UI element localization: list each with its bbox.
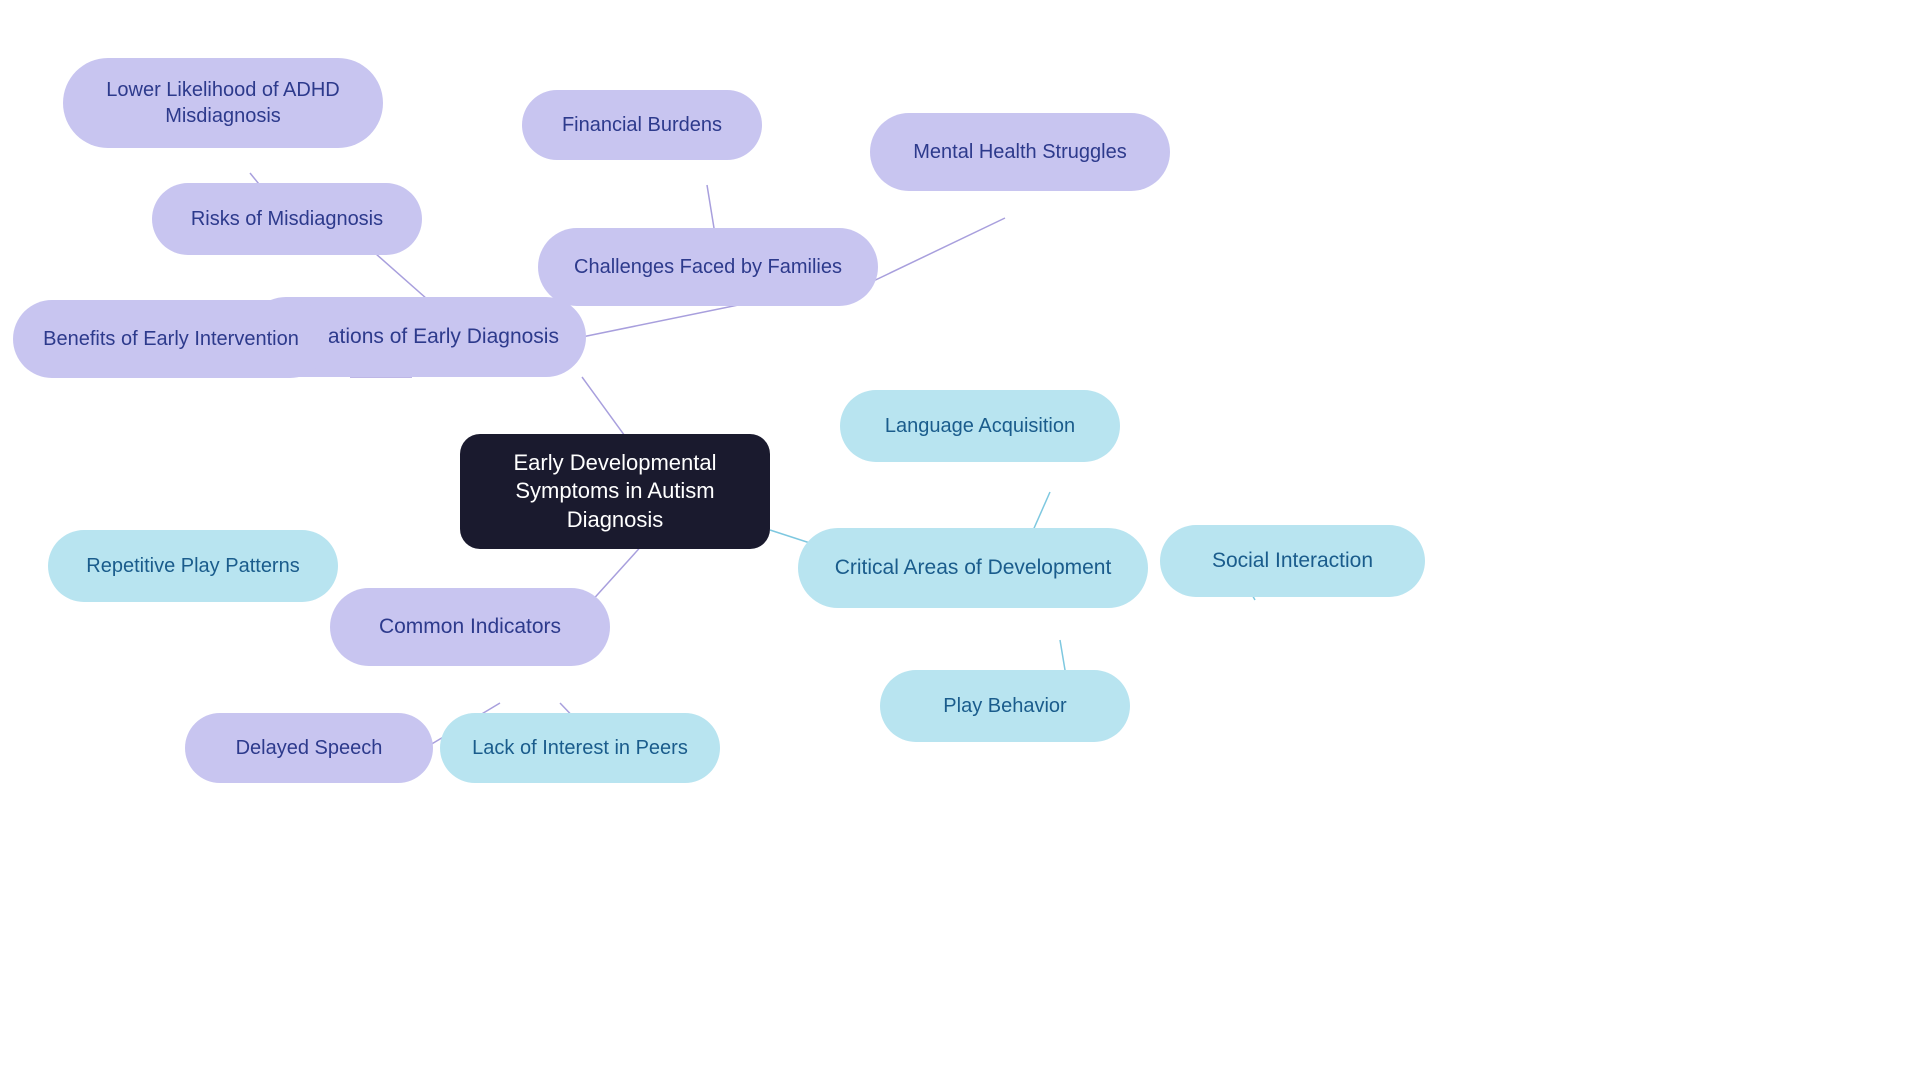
challenges-node: Challenges Faced by Families <box>538 228 878 306</box>
benefits-node: Benefits of Early Intervention <box>13 300 329 378</box>
lower-likelihood-node: Lower Likelihood of ADHD Misdiagnosis <box>63 58 383 148</box>
center-node: Early Developmental Symptoms in Autism D… <box>460 434 770 549</box>
social-interaction-node: Social Interaction <box>1160 525 1425 597</box>
critical-areas-node: Critical Areas of Development <box>798 528 1148 608</box>
repetitive-play-node: Repetitive Play Patterns <box>48 530 338 602</box>
mental-health-node: Mental Health Struggles <box>870 113 1170 191</box>
play-behavior-node: Play Behavior <box>880 670 1130 742</box>
financial-node: Financial Burdens <box>522 90 762 160</box>
delayed-speech-node: Delayed Speech <box>185 713 433 783</box>
risks-node: Risks of Misdiagnosis <box>152 183 422 255</box>
common-indicators-node: Common Indicators <box>330 588 610 666</box>
lack-of-interest-node: Lack of Interest in Peers <box>440 713 720 783</box>
language-acquisition-node: Language Acquisition <box>840 390 1120 462</box>
